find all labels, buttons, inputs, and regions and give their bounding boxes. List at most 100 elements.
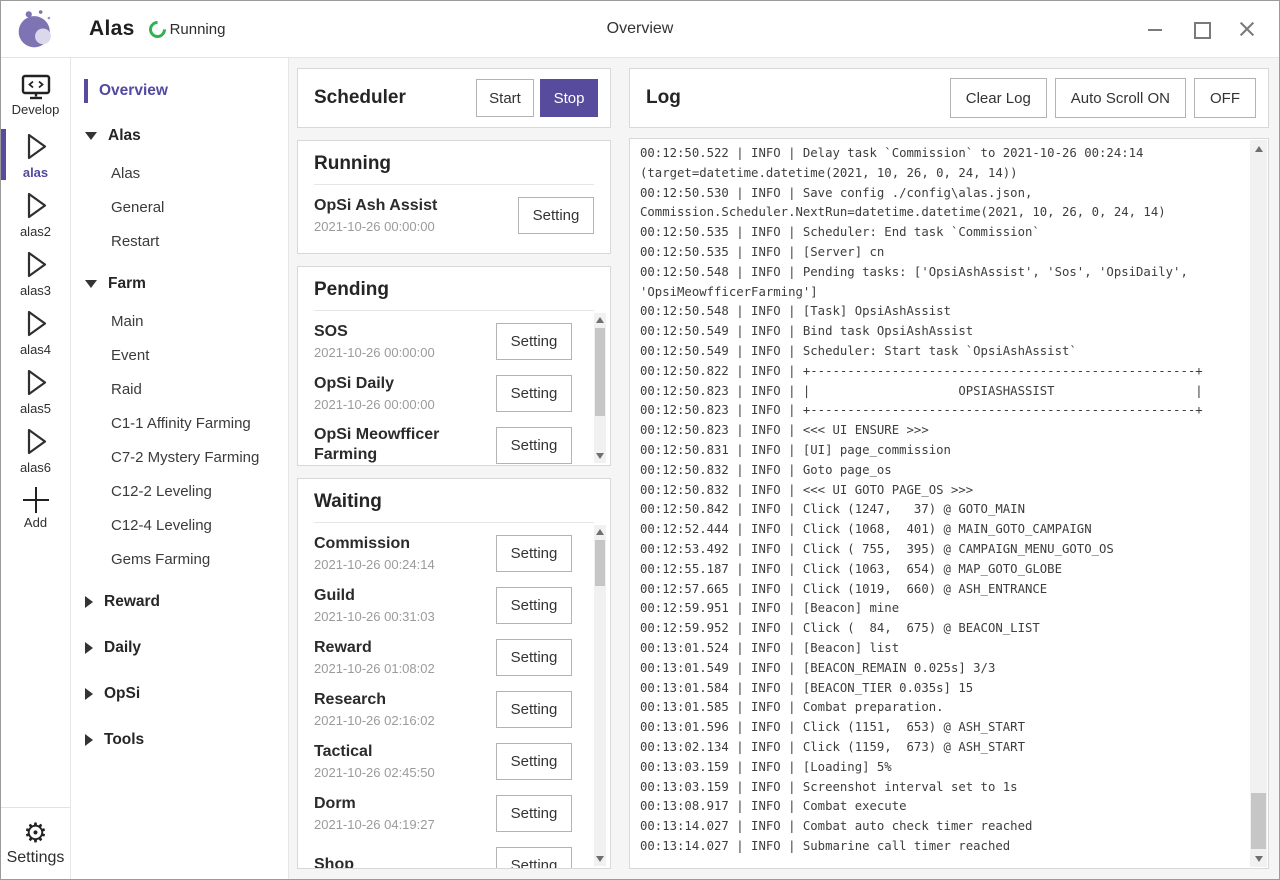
scrollbar[interactable] [1250, 140, 1267, 867]
task-setting-button[interactable]: Setting [496, 587, 572, 624]
scrollbar-thumb[interactable] [595, 328, 605, 416]
pending-panel: Pending SOS 2021-10-26 00:00:00 Setting … [297, 266, 611, 466]
log-panel[interactable]: 00:12:50.522 | INFO | Delay task `Commis… [629, 138, 1269, 869]
task-setting-button[interactable]: Setting [518, 197, 594, 234]
task-name: Guild [314, 586, 490, 606]
task-setting-button[interactable]: Setting [496, 535, 572, 572]
maximize-icon[interactable] [1193, 21, 1209, 37]
scrollbar-thumb[interactable] [595, 540, 605, 586]
rail-item-label: Add [24, 515, 47, 530]
start-button[interactable]: Start [476, 79, 534, 117]
play-icon [20, 248, 52, 281]
auto-scroll-off-button[interactable]: OFF [1194, 78, 1256, 118]
nav-group-tools[interactable]: Tools [71, 720, 288, 760]
nav-group-alas[interactable]: Alas [71, 116, 288, 156]
nav-group-reward[interactable]: Reward [71, 582, 288, 622]
waiting-list[interactable]: Commission 2021-10-26 00:24:14 Setting G… [298, 523, 610, 868]
stop-button[interactable]: Stop [540, 79, 598, 117]
pending-list[interactable]: SOS 2021-10-26 00:00:00 Setting OpSi Dai… [298, 311, 610, 465]
page-title: Overview [607, 20, 674, 38]
nav-item-raid[interactable]: Raid [71, 372, 288, 406]
nav-item-alas[interactable]: Alas [71, 156, 288, 190]
rail-item-alas6[interactable]: alas6 [1, 420, 70, 479]
add-instance-button[interactable]: Add [1, 479, 70, 538]
rail-item-develop[interactable]: Develop [1, 66, 70, 125]
task-setting-button[interactable]: Setting [496, 375, 572, 412]
nav-group-farm[interactable]: Farm [71, 264, 288, 304]
rail-item-alas3[interactable]: alas3 [1, 243, 70, 302]
log-line: 00:13:01.585 | INFO | Combat preparation… [640, 698, 1242, 718]
task-name: Shop [314, 855, 490, 868]
triangle-down-icon [85, 132, 97, 140]
task-time: 2021-10-26 00:24:14 [314, 557, 490, 572]
log-line: 00:13:01.596 | INFO | Click (1151, 653) … [640, 718, 1242, 738]
log-line: 00:13:03.159 | INFO | Screenshot interva… [640, 778, 1242, 798]
scrollbar[interactable] [594, 313, 606, 463]
task-setting-button[interactable]: Setting [496, 639, 572, 676]
log-line: 00:13:03.159 | INFO | [Loading] 5% [640, 758, 1242, 778]
nav-group-label: Reward [104, 593, 160, 611]
scroll-up-arrow[interactable] [594, 525, 606, 539]
log-line: 00:12:50.823 | INFO | +-----------------… [640, 401, 1242, 421]
rail-item-alas[interactable]: alas [1, 125, 70, 184]
log-line: 00:12:50.822 | INFO | +-----------------… [640, 362, 1242, 382]
pending-title: Pending [314, 279, 389, 300]
log-line: 00:12:50.823 | INFO | | OPSIASHASSIST | [640, 382, 1242, 402]
scrollbar[interactable] [594, 525, 606, 866]
clear-log-button[interactable]: Clear Log [950, 78, 1047, 118]
scroll-down-arrow[interactable] [594, 852, 606, 866]
log-line: (target=datetime.datetime(2021, 10, 26, … [640, 164, 1242, 184]
task-item: Research 2021-10-26 02:16:02 Setting [314, 683, 594, 735]
nav-item-c1-1-affinity-farming[interactable]: C1-1 Affinity Farming [71, 406, 288, 440]
triangle-right-icon [85, 688, 93, 700]
triangle-right-icon [85, 642, 93, 654]
nav-group-opsi[interactable]: OpSi [71, 674, 288, 714]
running-panel: Running OpSi Ash Assist 2021-10-26 00:00… [297, 140, 611, 254]
rail-item-alas5[interactable]: alas5 [1, 361, 70, 420]
log-line: 00:12:50.535 | INFO | Scheduler: End tas… [640, 223, 1242, 243]
nav-group-daily[interactable]: Daily [71, 628, 288, 668]
play-icon [20, 130, 52, 163]
rail-item-alas4[interactable]: alas4 [1, 302, 70, 361]
triangle-right-icon [85, 596, 93, 608]
scroll-up-arrow[interactable] [594, 313, 606, 327]
minimize-icon[interactable] [1147, 21, 1163, 37]
task-setting-button[interactable]: Setting [496, 427, 572, 464]
log-line: 00:12:50.832 | INFO | <<< UI GOTO PAGE_O… [640, 481, 1242, 501]
nav-group-label: Farm [108, 275, 146, 293]
log-line: 00:12:50.832 | INFO | Goto page_os [640, 461, 1242, 481]
nav-item-label: Overview [99, 82, 168, 100]
nav-item-c7-2-mystery-farming[interactable]: C7-2 Mystery Farming [71, 440, 288, 474]
task-setting-button[interactable]: Setting [496, 743, 572, 780]
auto-scroll-on-button[interactable]: Auto Scroll ON [1055, 78, 1186, 118]
nav-item-general[interactable]: General [71, 190, 288, 224]
task-setting-button[interactable]: Setting [496, 323, 572, 360]
close-icon[interactable] [1239, 21, 1255, 37]
scrollbar-thumb[interactable] [1251, 793, 1266, 849]
rail-item-label: Settings [7, 849, 65, 867]
log-line: 00:13:01.549 | INFO | [BEACON_REMAIN 0.0… [640, 659, 1242, 679]
rail-item-label: alas4 [20, 342, 51, 357]
scroll-down-arrow[interactable] [594, 449, 606, 463]
task-time: 2021-10-26 02:45:50 [314, 765, 490, 780]
nav-group-label: OpSi [104, 685, 140, 703]
window-controls [1147, 21, 1255, 37]
nav-item-c12-4-leveling[interactable]: C12-4 Leveling [71, 508, 288, 542]
nav-item-gems-farming[interactable]: Gems Farming [71, 542, 288, 576]
log-line: 00:12:52.444 | INFO | Click (1068, 401) … [640, 520, 1242, 540]
task-setting-button[interactable]: Setting [496, 795, 572, 832]
settings-button[interactable]: ⚙ Settings [1, 807, 70, 879]
waiting-title: Waiting [314, 491, 382, 512]
nav-item-restart[interactable]: Restart [71, 224, 288, 258]
nav-item-c12-2-leveling[interactable]: C12-2 Leveling [71, 474, 288, 508]
task-name: Dorm [314, 794, 490, 814]
task-setting-button[interactable]: Setting [496, 847, 572, 869]
task-setting-button[interactable]: Setting [496, 691, 572, 728]
task-name: Reward [314, 638, 490, 658]
rail-item-alas2[interactable]: alas2 [1, 184, 70, 243]
nav-item-main[interactable]: Main [71, 304, 288, 338]
scroll-up-arrow[interactable] [1250, 140, 1267, 157]
scroll-down-arrow[interactable] [1250, 850, 1267, 867]
nav-item-event[interactable]: Event [71, 338, 288, 372]
nav-item-overview[interactable]: Overview [71, 72, 288, 110]
